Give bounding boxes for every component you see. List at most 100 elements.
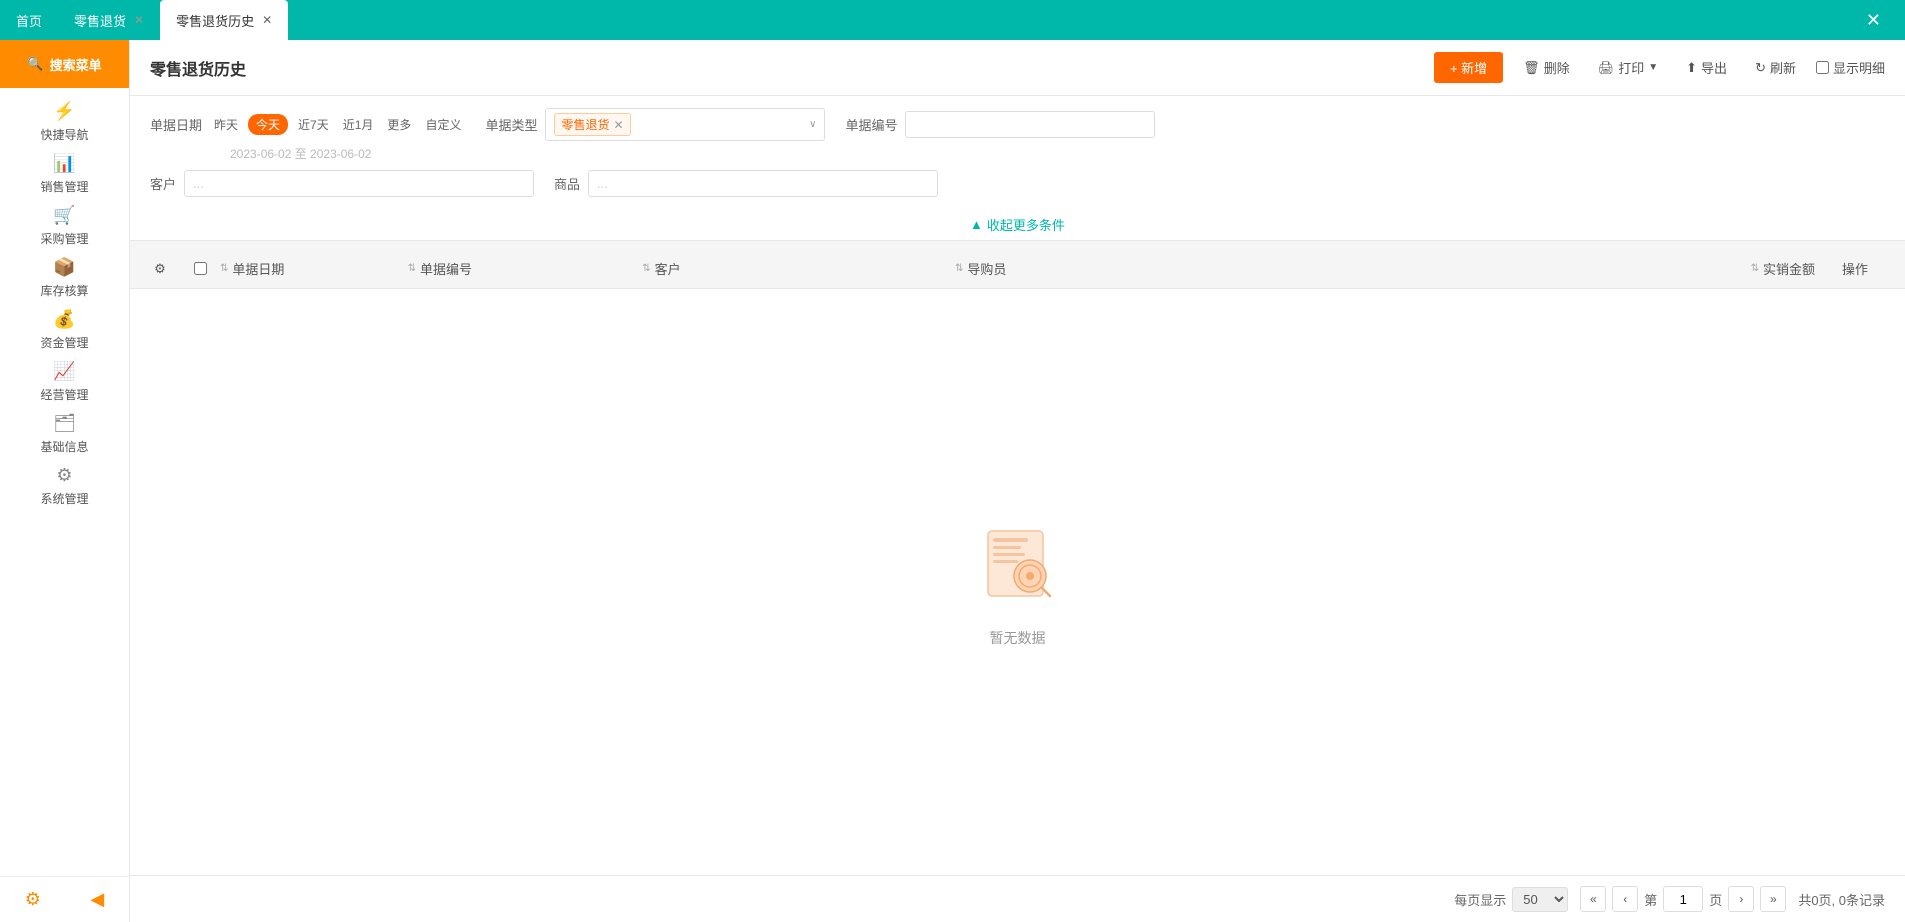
sidebar-settings-icon[interactable]: ⚙ — [25, 889, 41, 910]
last-page-button[interactable]: » — [1760, 886, 1786, 912]
number-input[interactable] — [905, 111, 1155, 138]
sidebar-item-purchase[interactable]: 🛒 采购管理 — [0, 200, 129, 252]
new-button[interactable]: + 新增 — [1434, 52, 1503, 83]
type-tag-text: 零售退货 — [561, 116, 609, 133]
toolbar: + 新增 🗑 删除 🖨 打印 ▼ ⬆ 导出 ↻ 刷新 — [1434, 52, 1885, 83]
page-input[interactable] — [1663, 886, 1703, 912]
sidebar-item-finance[interactable]: 💰 资金管理 — [0, 304, 129, 356]
shortcut-1month[interactable]: 近1月 — [339, 114, 378, 135]
shortcut-7days[interactable]: 近7天 — [294, 114, 333, 135]
total-info: 共0页, 0条记录 — [1798, 890, 1885, 909]
sidebar-item-inventory[interactable]: 📦 库存核算 — [0, 252, 129, 304]
page-header: 零售退货历史 + 新增 🗑 删除 🖨 打印 ▼ ⬆ 导出 ↻ — [130, 40, 1905, 96]
date-label: 单据日期 — [150, 115, 202, 134]
first-page-button[interactable]: « — [1580, 886, 1606, 912]
pagination-bar: 每页显示 50 100 200 « ‹ 第 页 › — [130, 875, 1905, 922]
tab-retail-return-history-close[interactable]: ✕ — [262, 13, 272, 27]
customer-filter: 客户 ... — [150, 170, 534, 197]
window-close-button[interactable]: ✕ — [1858, 6, 1889, 35]
collapse-button[interactable]: ▲ 收起更多条件 — [150, 209, 1885, 240]
sidebar-collapse-icon[interactable]: ◀ — [90, 889, 104, 910]
type-filter: 单据类型 零售退货 ✕ ∨ — [485, 108, 825, 141]
sidebar-item-system[interactable]: ⚙ 系统管理 — [0, 460, 129, 512]
basic-icon: 🗂 — [53, 413, 76, 434]
shortcut-custom[interactable]: 自定义 — [421, 114, 465, 135]
show-detail-checkbox[interactable] — [1816, 61, 1829, 74]
type-select-arrow: ∨ — [809, 119, 816, 130]
sidebar-search[interactable]: 🔍 搜索菜单 — [0, 40, 129, 88]
sidebar-item-basic-label: 基础信息 — [40, 438, 88, 455]
table-body: 暂无数据 — [130, 289, 1905, 875]
refresh-icon: ↻ — [1755, 60, 1766, 76]
purchase-icon: 🛒 — [53, 205, 75, 226]
select-all-checkbox[interactable] — [194, 262, 207, 275]
goods-input[interactable]: ... — [588, 170, 938, 197]
print-icon: 🖨 — [1598, 60, 1615, 76]
sidebar-item-sales-label: 销售管理 — [40, 178, 88, 195]
sidebar-item-operation[interactable]: 📈 经营管理 — [0, 356, 129, 408]
sidebar-nav: ⚡ 快捷导航 📊 销售管理 🛒 采购管理 📦 库存核算 💰 资金管理 📈 — [0, 88, 129, 876]
tab-retail-return-close[interactable]: ✕ — [134, 13, 144, 27]
sidebar: 🔍 搜索菜单 ⚡ 快捷导航 📊 销售管理 🛒 采购管理 📦 库存核算 💰 — [0, 40, 130, 922]
shortcut-today[interactable]: 今天 — [248, 114, 288, 135]
collapse-icon: ▲ — [970, 217, 983, 232]
col-amount-header: ⇅ 实销金额 — [1659, 259, 1815, 278]
shortcut-more[interactable]: 更多 — [383, 114, 415, 135]
delete-label: 删除 — [1544, 58, 1570, 77]
shortcut-yesterday[interactable]: 昨天 — [210, 114, 242, 135]
sidebar-item-sales[interactable]: 📊 销售管理 — [0, 148, 129, 200]
export-button[interactable]: ⬆ 导出 — [1678, 54, 1735, 81]
col-action-header: 操作 — [1815, 259, 1895, 278]
prev-page-button[interactable]: ‹ — [1612, 886, 1638, 912]
empty-state: 暂无数据 — [968, 516, 1068, 648]
col-amount-label: 实销金额 — [1763, 259, 1815, 278]
print-button[interactable]: 🖨 打印 ▼ — [1590, 54, 1666, 81]
tab-retail-return-history[interactable]: 零售退货历史 ✕ — [160, 0, 288, 40]
filter-row-2: 客户 ... 商品 ... — [150, 170, 1885, 197]
page-label: 第 — [1644, 890, 1657, 909]
print-label: 打印 — [1618, 58, 1644, 77]
collapse-label: 收起更多条件 — [987, 215, 1065, 234]
settings-icon: ⚙ — [154, 261, 166, 277]
main-layout: 🔍 搜索菜单 ⚡ 快捷导航 📊 销售管理 🛒 采购管理 📦 库存核算 💰 — [0, 40, 1905, 922]
content-area: 零售退货历史 + 新增 🗑 删除 🖨 打印 ▼ ⬆ 导出 ↻ — [130, 40, 1905, 922]
type-tag-remove[interactable]: ✕ — [613, 118, 623, 132]
date-shortcuts: 昨天 今天 近7天 近1月 更多 自定义 — [210, 114, 465, 135]
type-select[interactable]: 零售退货 ✕ ∨ — [545, 108, 825, 141]
type-label: 单据类型 — [485, 115, 537, 134]
empty-illustration — [968, 516, 1068, 616]
sidebar-item-basic[interactable]: 🗂 基础信息 — [0, 408, 129, 460]
delete-button[interactable]: 🗑 删除 — [1515, 54, 1578, 81]
col-settings[interactable]: ⚙ — [140, 261, 180, 277]
sidebar-item-quicknav[interactable]: ⚡ 快捷导航 — [0, 96, 129, 148]
customer-label: 客户 — [150, 174, 176, 193]
sort-icon-amount: ⇅ — [1751, 263, 1759, 274]
col-customer-header: ⇅ 客户 — [642, 259, 955, 278]
col-guide-label: 导购员 — [967, 259, 1006, 278]
date-range-display: 2023-06-02 至 2023-06-02 — [230, 145, 1885, 162]
col-guide-header: ⇅ 导购员 — [955, 259, 1190, 278]
sidebar-item-system-label: 系统管理 — [40, 490, 88, 507]
operation-icon: 📈 — [53, 361, 75, 382]
sort-icon-customer: ⇅ — [642, 263, 650, 274]
col-date-label: 单据日期 — [232, 259, 284, 278]
sidebar-bottom: ⚙ ◀ — [0, 876, 129, 922]
customer-placeholder: ... — [193, 176, 204, 191]
tab-home[interactable]: 首页 — [0, 0, 58, 40]
top-bar: 首页 零售退货 ✕ 零售退货历史 ✕ ✕ — [0, 0, 1905, 40]
customer-input[interactable]: ... — [184, 170, 534, 197]
tab-retail-return[interactable]: 零售退货 ✕ — [58, 0, 160, 40]
quicknav-icon: ⚡ — [53, 101, 75, 122]
page-size-select[interactable]: 50 100 200 — [1512, 887, 1568, 912]
finance-icon: 💰 — [53, 309, 75, 330]
sidebar-item-operation-label: 经营管理 — [40, 386, 88, 403]
sidebar-item-finance-label: 资金管理 — [40, 334, 88, 351]
inventory-icon: 📦 — [53, 257, 75, 278]
refresh-button[interactable]: ↻ 刷新 — [1747, 54, 1804, 81]
show-detail-label: 显示明细 — [1833, 58, 1885, 77]
col-checkbox[interactable] — [180, 262, 220, 275]
next-page-button[interactable]: › — [1728, 886, 1754, 912]
page-unit: 页 — [1709, 890, 1722, 909]
goods-placeholder: ... — [597, 176, 608, 191]
show-detail-checkbox-label[interactable]: 显示明细 — [1816, 58, 1885, 77]
